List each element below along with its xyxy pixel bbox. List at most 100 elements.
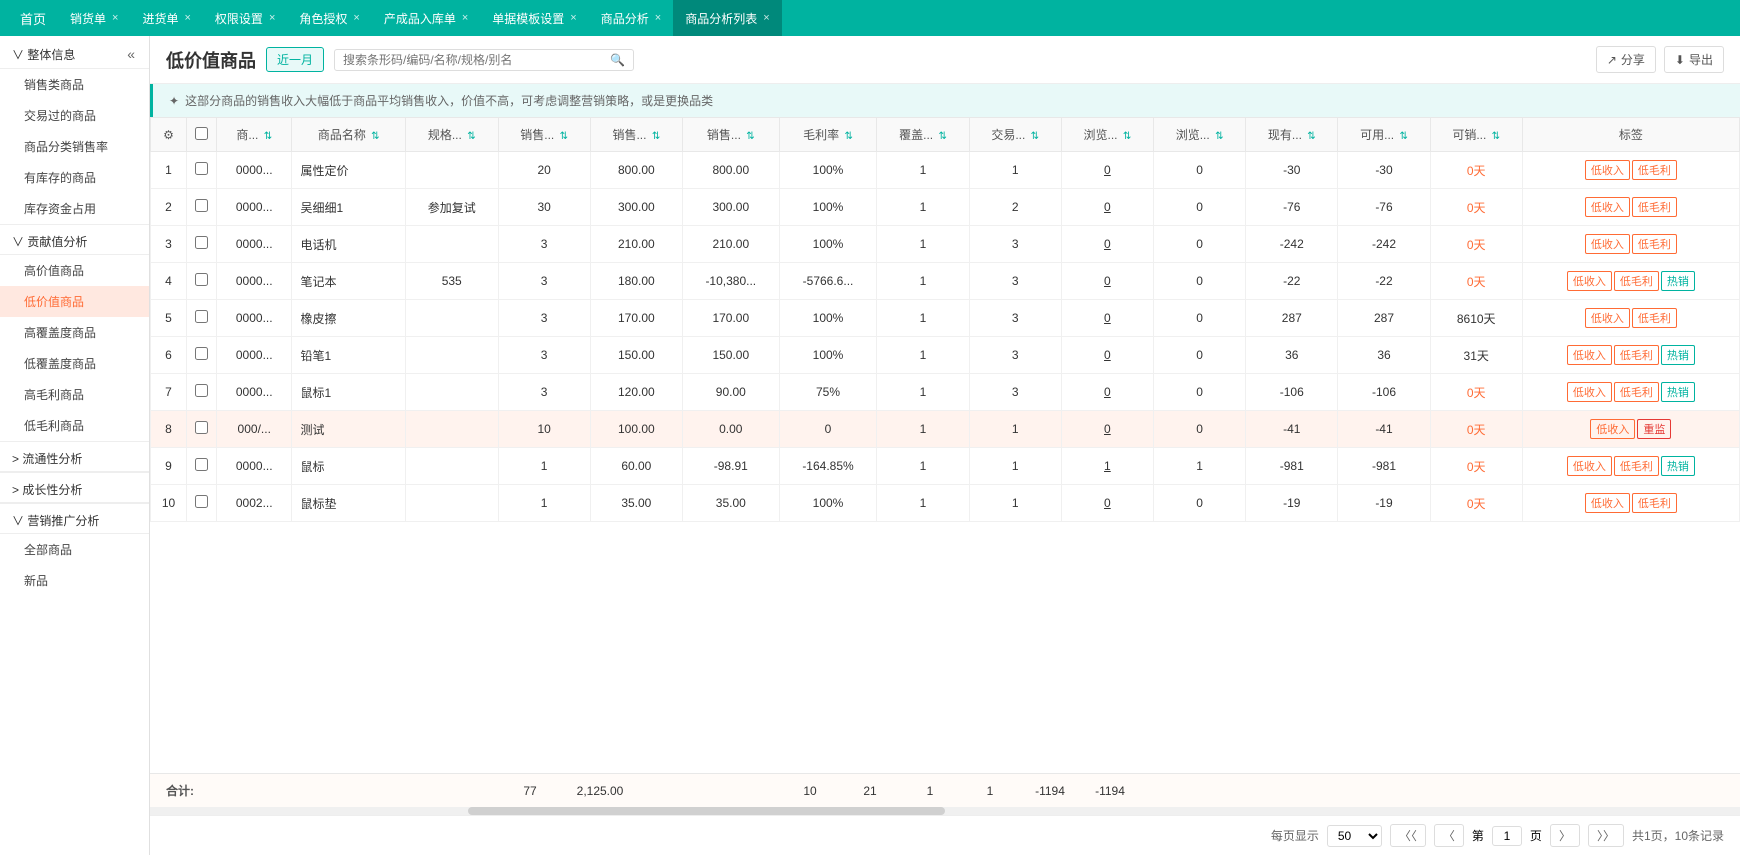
- sidebar-item-inventory-capital[interactable]: 库存资金占用: [0, 193, 149, 224]
- sidebar-item-in-stock[interactable]: 有库存的商品: [0, 162, 149, 193]
- column-name[interactable]: 商品名称 ⇅: [292, 118, 405, 152]
- cell-checkbox[interactable]: [187, 411, 217, 448]
- browse-link[interactable]: 1: [1104, 459, 1111, 473]
- browse-link[interactable]: 0: [1104, 385, 1111, 399]
- cell-browse1[interactable]: 0: [1061, 374, 1153, 411]
- column-code[interactable]: 商... ⇅: [217, 118, 292, 152]
- browse-link[interactable]: 0: [1104, 348, 1111, 362]
- nav-purchase-order[interactable]: 进货单 ×: [130, 0, 202, 36]
- column-trade[interactable]: 交易... ⇅: [969, 118, 1061, 152]
- column-sale-amt[interactable]: 销售... ⇅: [590, 118, 682, 152]
- cell-checkbox[interactable]: [187, 226, 217, 263]
- sidebar-item-new-products[interactable]: 新品: [0, 565, 149, 596]
- search-icon[interactable]: 🔍: [610, 53, 625, 67]
- search-input[interactable]: [343, 53, 610, 67]
- browse-link[interactable]: 0: [1104, 237, 1111, 251]
- sidebar-item-high-value[interactable]: 高价值商品: [0, 255, 149, 286]
- column-browse2[interactable]: 浏览... ⇅: [1153, 118, 1245, 152]
- sidebar-item-high-coverage[interactable]: 高覆盖度商品: [0, 317, 149, 348]
- cell-browse1[interactable]: 0: [1061, 485, 1153, 522]
- close-purchase-order-icon[interactable]: ×: [184, 12, 190, 24]
- row-checkbox[interactable]: [195, 458, 208, 471]
- sidebar-item-sales-products[interactable]: 销售类商品: [0, 69, 149, 100]
- browse-link[interactable]: 0: [1104, 163, 1111, 177]
- row-checkbox[interactable]: [195, 421, 208, 434]
- sidebar-item-category-sales-rate[interactable]: 商品分类销售率: [0, 131, 149, 162]
- close-template-icon[interactable]: ×: [570, 12, 576, 24]
- export-button[interactable]: ⬇ 导出: [1664, 46, 1724, 73]
- row-checkbox[interactable]: [195, 495, 208, 508]
- nav-template-settings[interactable]: 单据模板设置 ×: [480, 0, 588, 36]
- sidebar-collapse-btn[interactable]: «: [121, 44, 141, 64]
- nav-home[interactable]: 首页: [8, 0, 58, 36]
- horizontal-scrollbar[interactable]: [150, 807, 1740, 815]
- sidebar-item-high-margin[interactable]: 高毛利商品: [0, 379, 149, 410]
- column-saleable[interactable]: 可销... ⇅: [1430, 118, 1522, 152]
- column-coverage[interactable]: 覆盖... ⇅: [877, 118, 969, 152]
- column-current[interactable]: 现有... ⇅: [1246, 118, 1338, 152]
- cell-checkbox[interactable]: [187, 374, 217, 411]
- next-page-btn[interactable]: 〉: [1550, 824, 1580, 847]
- close-analysis-icon[interactable]: ×: [655, 12, 661, 24]
- browse-link[interactable]: 0: [1104, 422, 1111, 436]
- cell-browse1[interactable]: 0: [1061, 226, 1153, 263]
- first-page-btn[interactable]: 〈〈: [1390, 824, 1426, 847]
- cell-browse1[interactable]: 0: [1061, 263, 1153, 300]
- nav-sales-order[interactable]: 销货单 ×: [58, 0, 130, 36]
- row-checkbox[interactable]: [195, 347, 208, 360]
- browse-link[interactable]: 0: [1104, 496, 1111, 510]
- per-page-select[interactable]: 50 100 200: [1327, 825, 1382, 847]
- row-checkbox[interactable]: [195, 310, 208, 323]
- browse-link[interactable]: 0: [1104, 311, 1111, 325]
- nav-role-auth[interactable]: 角色授权 ×: [287, 0, 371, 36]
- nav-product-analysis[interactable]: 商品分析 ×: [589, 0, 673, 36]
- select-all-checkbox[interactable]: [195, 127, 208, 140]
- column-usable[interactable]: 可用... ⇅: [1338, 118, 1430, 152]
- row-checkbox[interactable]: [195, 236, 208, 249]
- browse-link[interactable]: 0: [1104, 200, 1111, 214]
- close-inbound-icon[interactable]: ×: [462, 12, 468, 24]
- column-sale-qty[interactable]: 销售... ⇅: [498, 118, 590, 152]
- row-checkbox[interactable]: [195, 199, 208, 212]
- cell-browse1[interactable]: 0: [1061, 337, 1153, 374]
- column-gear[interactable]: ⚙: [151, 118, 187, 152]
- page-number-input[interactable]: [1492, 826, 1522, 846]
- nav-permission-settings[interactable]: 权限设置 ×: [203, 0, 287, 36]
- last-page-btn[interactable]: 〉〉: [1588, 824, 1624, 847]
- cell-browse1[interactable]: 0: [1061, 152, 1153, 189]
- scrollbar-thumb[interactable]: [468, 807, 945, 815]
- share-button[interactable]: ↗ 分享: [1596, 46, 1656, 73]
- column-sale-avg[interactable]: 销售... ⇅: [682, 118, 779, 152]
- row-checkbox[interactable]: [195, 384, 208, 397]
- close-analysis-list-icon[interactable]: ×: [763, 12, 769, 24]
- sidebar-item-low-value[interactable]: 低价值商品: [0, 286, 149, 317]
- column-browse1[interactable]: 浏览... ⇅: [1061, 118, 1153, 152]
- nav-product-analysis-list[interactable]: 商品分析列表 ×: [673, 0, 781, 36]
- close-sales-order-icon[interactable]: ×: [112, 12, 118, 24]
- cell-checkbox[interactable]: [187, 300, 217, 337]
- cell-checkbox[interactable]: [187, 263, 217, 300]
- cell-browse1[interactable]: 0: [1061, 300, 1153, 337]
- cell-checkbox[interactable]: [187, 152, 217, 189]
- close-permission-icon[interactable]: ×: [269, 12, 275, 24]
- cell-browse1[interactable]: 0: [1061, 411, 1153, 448]
- sidebar-item-low-margin[interactable]: 低毛利商品: [0, 410, 149, 441]
- cell-checkbox[interactable]: [187, 337, 217, 374]
- cell-browse1[interactable]: 1: [1061, 448, 1153, 485]
- prev-page-btn[interactable]: 〈: [1434, 824, 1464, 847]
- cell-checkbox[interactable]: [187, 448, 217, 485]
- nav-product-inbound[interactable]: 产成品入库单 ×: [372, 0, 480, 36]
- row-checkbox[interactable]: [195, 273, 208, 286]
- row-checkbox[interactable]: [195, 162, 208, 175]
- sidebar-item-all-products[interactable]: 全部商品: [0, 534, 149, 565]
- close-role-icon[interactable]: ×: [353, 12, 359, 24]
- column-spec[interactable]: 规格... ⇅: [405, 118, 498, 152]
- filter-recent-month-btn[interactable]: 近一月: [266, 47, 324, 72]
- column-gross-rate[interactable]: 毛利率 ⇅: [779, 118, 877, 152]
- cell-checkbox[interactable]: [187, 189, 217, 226]
- browse-link[interactable]: 0: [1104, 274, 1111, 288]
- cell-browse1[interactable]: 0: [1061, 189, 1153, 226]
- sidebar-item-low-coverage[interactable]: 低覆盖度商品: [0, 348, 149, 379]
- cell-checkbox[interactable]: [187, 485, 217, 522]
- sidebar-item-traded-products[interactable]: 交易过的商品: [0, 100, 149, 131]
